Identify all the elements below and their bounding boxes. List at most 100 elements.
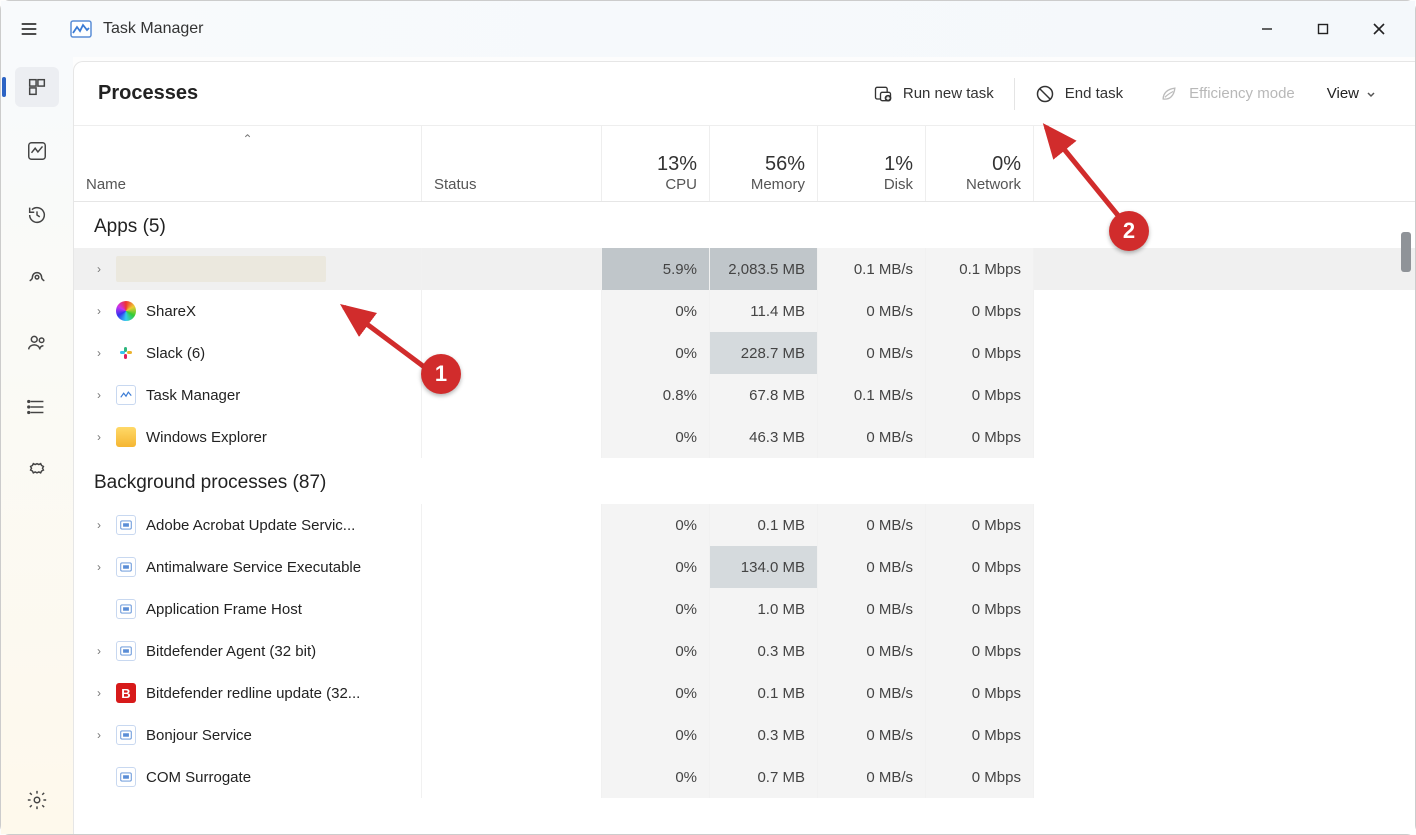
table-row[interactable]: ›Task Manager0.8%67.8 MB0.1 MB/s0 Mbps [74,374,1415,416]
net-cell: 0 Mbps [926,504,1034,546]
window-controls [1239,5,1407,53]
expand-chevron-icon[interactable]: › [92,518,106,532]
col-memory[interactable]: 56% Memory [710,126,818,201]
table-row[interactable]: ›Bonjour Service0%0.3 MB0 MB/s0 Mbps [74,714,1415,756]
mem-cell: 228.7 MB [710,332,818,374]
net-cell: 0 Mbps [926,588,1034,630]
content-area: Processes Run new task End task Efficien… [73,61,1415,834]
col-status[interactable]: Status [422,126,602,201]
toolbar: Processes Run new task End task Efficien… [74,62,1415,126]
status-cell [422,714,602,756]
nav-performance[interactable] [15,131,59,171]
net-cell: 0 Mbps [926,756,1034,798]
cpu-cell: 0% [602,630,710,672]
table-row[interactable]: Application Frame Host0%1.0 MB0 MB/s0 Mb… [74,588,1415,630]
nav-settings[interactable] [15,780,59,820]
grid-header: ⌃ Name Status 13% CPU 56% Memory 1% Disk [74,126,1415,202]
expand-chevron-icon[interactable]: › [92,644,106,658]
annotation-badge-1: 1 [421,354,461,394]
net-cell: 0 Mbps [926,546,1034,588]
expand-chevron-icon[interactable]: › [92,686,106,700]
processes-icon [26,76,48,98]
maximize-button[interactable] [1295,5,1351,53]
table-row[interactable]: ›Slack (6)0%228.7 MB0 MB/s0 Mbps [74,332,1415,374]
grid-body[interactable]: Apps (5)›5.9%2,083.5 MB0.1 MB/s0.1 Mbps›… [74,202,1415,834]
view-label: View [1327,85,1359,102]
annotation-badge-2: 2 [1109,211,1149,251]
table-row[interactable]: ›Adobe Acrobat Update Servic...0%0.1 MB0… [74,504,1415,546]
process-name: Slack (6) [146,345,205,362]
close-button[interactable] [1351,5,1407,53]
disk-cell: 0 MB/s [818,588,926,630]
services-icon [26,460,48,482]
mem-cell: 0.1 MB [710,672,818,714]
table-row[interactable]: ›ShareX0%11.4 MB0 MB/s0 Mbps [74,290,1415,332]
efficiency-mode-button: Efficiency mode [1141,74,1313,114]
table-row[interactable]: ›5.9%2,083.5 MB0.1 MB/s0.1 Mbps [74,248,1415,290]
net-cell: 0 Mbps [926,290,1034,332]
hamburger-menu-button[interactable] [9,9,49,49]
mem-cell: 0.1 MB [710,504,818,546]
expand-chevron-icon[interactable]: › [92,304,106,318]
end-task-label: End task [1065,85,1123,102]
view-dropdown[interactable]: View [1313,75,1391,112]
net-cell: 0 Mbps [926,416,1034,458]
col-name[interactable]: ⌃ Name [74,126,422,201]
cpu-cell: 0% [602,588,710,630]
cpu-cell: 0.8% [602,374,710,416]
table-row[interactable]: ›BBitdefender redline update (32...0%0.1… [74,672,1415,714]
cpu-cell: 0% [602,416,710,458]
nav-services[interactable] [15,451,59,491]
nav-startup[interactable] [15,259,59,299]
cpu-cell: 0% [602,714,710,756]
run-new-task-button[interactable]: Run new task [855,74,1012,114]
process-name: Antimalware Service Executable [146,559,361,576]
process-name: COM Surrogate [146,769,251,786]
efficiency-mode-label: Efficiency mode [1189,85,1295,102]
disk-cell: 0.1 MB/s [818,374,926,416]
net-cell: 0.1 Mbps [926,248,1034,290]
status-cell [422,546,602,588]
nav-app-history[interactable] [15,195,59,235]
col-disk[interactable]: 1% Disk [818,126,926,201]
cpu-cell: 0% [602,546,710,588]
app-icon [69,17,93,41]
expand-chevron-icon[interactable]: › [92,560,106,574]
process-name: Bitdefender redline update (32... [146,685,360,702]
cpu-cell: 0% [602,332,710,374]
cpu-cell: 0% [602,672,710,714]
disk-cell: 0 MB/s [818,630,926,672]
sort-caret-icon: ⌃ [242,132,252,146]
titlebar: Task Manager [1,1,1415,57]
net-cell: 0 Mbps [926,374,1034,416]
nav-details[interactable] [15,387,59,427]
mem-cell: 134.0 MB [710,546,818,588]
process-name: ShareX [146,303,196,320]
expand-chevron-icon[interactable]: › [92,728,106,742]
expand-chevron-icon[interactable]: › [92,388,106,402]
col-network[interactable]: 0% Network [926,126,1034,201]
process-name: Task Manager [146,387,240,404]
process-name: Windows Explorer [146,429,267,446]
expand-chevron-icon[interactable]: › [92,262,106,276]
hamburger-icon [19,19,39,39]
expand-chevron-icon[interactable]: › [92,346,106,360]
table-row[interactable]: ›Windows Explorer0%46.3 MB0 MB/s0 Mbps [74,416,1415,458]
cpu-cell: 0% [602,290,710,332]
history-icon [26,204,48,226]
status-cell [422,504,602,546]
mem-cell: 46.3 MB [710,416,818,458]
page-title: Processes [98,82,198,105]
table-row[interactable]: ›Bitdefender Agent (32 bit)0%0.3 MB0 MB/… [74,630,1415,672]
expand-chevron-icon[interactable]: › [92,430,106,444]
disk-cell: 0 MB/s [818,504,926,546]
table-row[interactable]: › Antimalware Service Executable 0%134.0 M… [74,546,1415,588]
scrollbar-thumb[interactable] [1401,232,1411,272]
nav-processes[interactable] [15,67,59,107]
col-cpu[interactable]: 13% CPU [602,126,710,201]
end-task-button[interactable]: End task [1017,74,1141,114]
minimize-button[interactable] [1239,5,1295,53]
disk-cell: 0 MB/s [818,756,926,798]
nav-users[interactable] [15,323,59,363]
table-row[interactable]: COM Surrogate0%0.7 MB0 MB/s0 Mbps [74,756,1415,798]
